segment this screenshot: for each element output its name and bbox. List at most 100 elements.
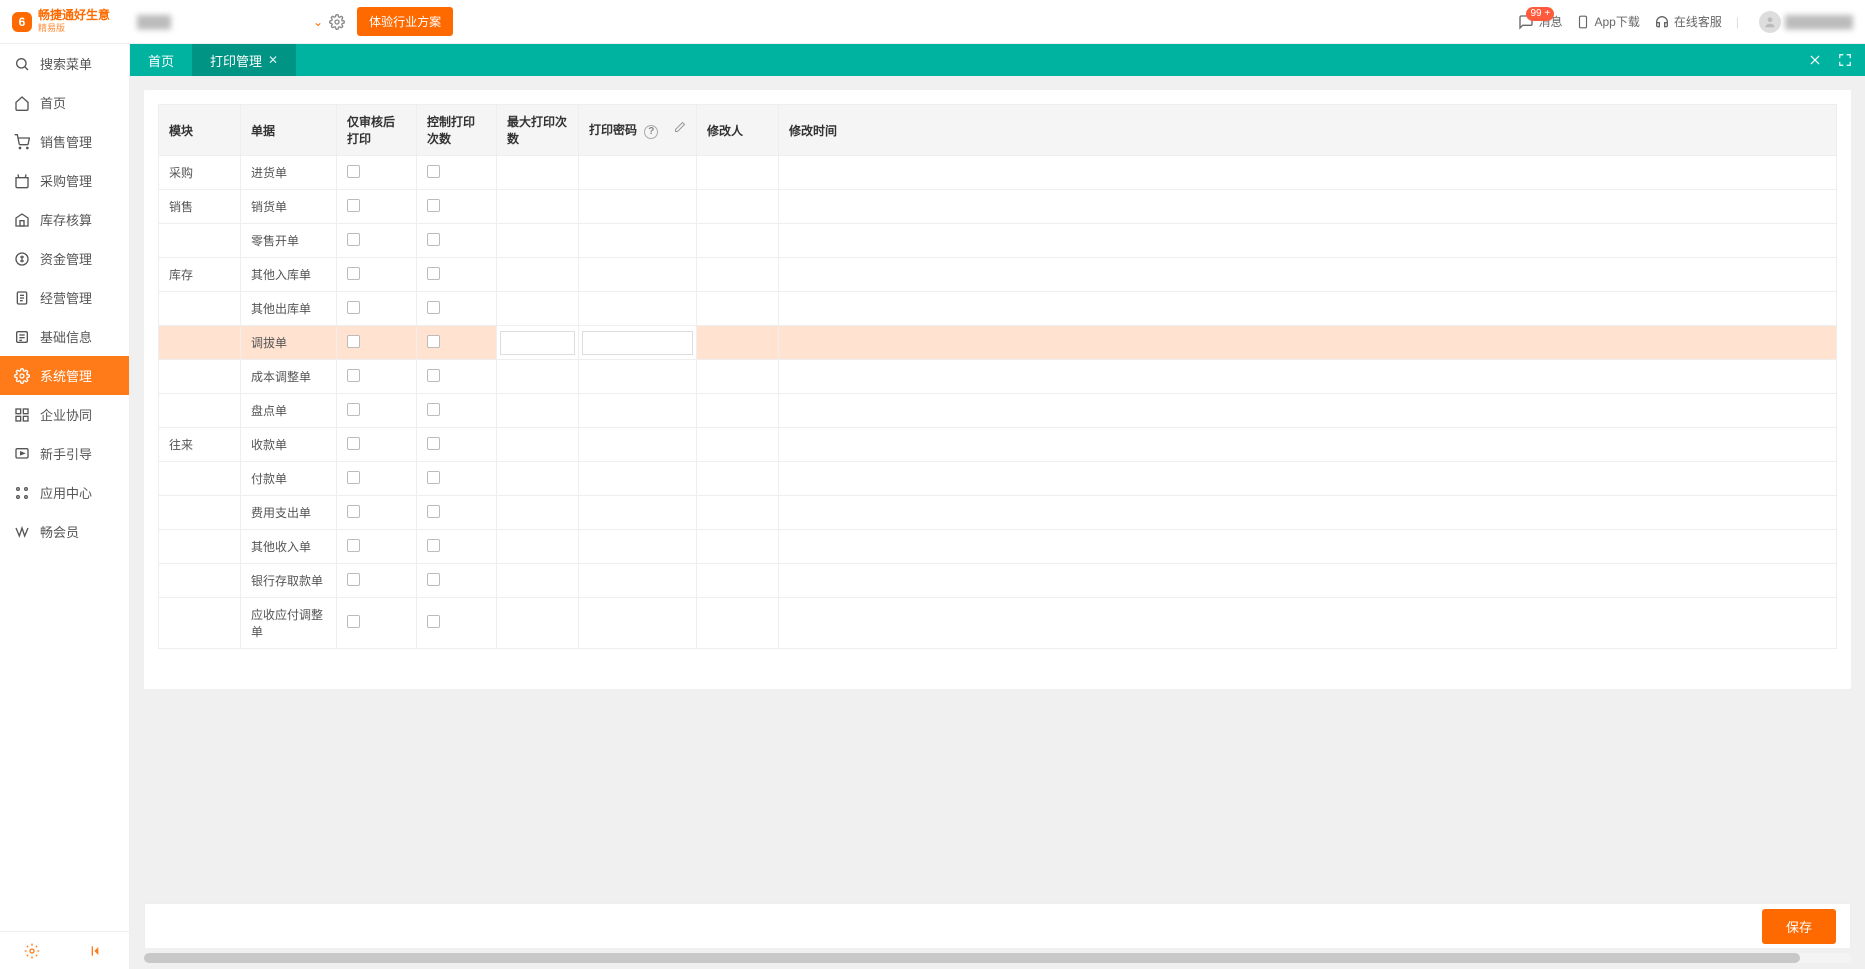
checkbox[interactable]: [347, 505, 360, 518]
table-row[interactable]: 零售开单: [159, 224, 1837, 258]
checkbox[interactable]: [427, 573, 440, 586]
checkbox[interactable]: [347, 301, 360, 314]
max-count-cell: [497, 564, 579, 598]
topbar-right: 99 + 消息 App下载 在线客服 | ████████: [1518, 11, 1853, 33]
table-row[interactable]: 往来收款单: [159, 428, 1837, 462]
sidebar-item-label: 搜索菜单: [40, 54, 92, 73]
checkbox[interactable]: [427, 165, 440, 178]
checkbox[interactable]: [427, 615, 440, 628]
table-row[interactable]: 库存其他入库单: [159, 258, 1837, 292]
checkbox[interactable]: [427, 505, 440, 518]
table-row[interactable]: 费用支出单: [159, 496, 1837, 530]
checkbox[interactable]: [347, 369, 360, 382]
experience-button[interactable]: 体验行业方案: [357, 7, 453, 36]
modifier-cell: [697, 326, 779, 360]
scrollbar-thumb[interactable]: [144, 953, 1800, 963]
max-count-input[interactable]: [500, 331, 575, 355]
settings-icon[interactable]: [24, 943, 40, 959]
table-row[interactable]: 采购进货单: [159, 156, 1837, 190]
chevron-down-icon[interactable]: ⌄: [313, 15, 323, 29]
checkbox[interactable]: [347, 539, 360, 552]
sidebar-item-label: 销售管理: [40, 132, 92, 151]
max-count-cell: [497, 462, 579, 496]
org-selector[interactable]: ████: [137, 15, 307, 29]
max-count-cell: [497, 190, 579, 224]
horizontal-scrollbar[interactable]: [144, 953, 1851, 963]
info-icon: [14, 329, 30, 345]
close-icon[interactable]: ✕: [268, 53, 278, 67]
control-cell: [417, 496, 497, 530]
checkbox[interactable]: [427, 471, 440, 484]
table-row[interactable]: 盘点单: [159, 394, 1837, 428]
password-cell: [579, 326, 697, 360]
online-service-link[interactable]: 在线客服: [1654, 13, 1722, 30]
doc-cell: 其他出库单: [241, 292, 337, 326]
phone-icon: [1576, 14, 1590, 30]
help-icon[interactable]: ?: [644, 125, 658, 139]
sidebar-item-11[interactable]: 应用中心: [0, 473, 129, 512]
sidebar-item-5[interactable]: 资金管理: [0, 239, 129, 278]
user-menu[interactable]: ████████: [1753, 11, 1853, 33]
checkbox[interactable]: [427, 199, 440, 212]
sidebar-item-7[interactable]: 基础信息: [0, 317, 129, 356]
checkbox[interactable]: [427, 301, 440, 314]
sidebar-item-12[interactable]: 畅会员: [0, 512, 129, 551]
checkbox[interactable]: [427, 403, 440, 416]
control-cell: [417, 564, 497, 598]
sidebar-item-9[interactable]: 企业协同: [0, 395, 129, 434]
sidebar-item-10[interactable]: 新手引导: [0, 434, 129, 473]
table-row[interactable]: 调拔单: [159, 326, 1837, 360]
tab-print-management[interactable]: 打印管理 ✕: [192, 44, 296, 76]
modify-time-cell: [779, 598, 1837, 649]
fullscreen-icon[interactable]: [1835, 50, 1855, 70]
max-count-cell: [497, 156, 579, 190]
gear-icon[interactable]: [327, 12, 347, 32]
checkbox[interactable]: [347, 615, 360, 628]
checkbox[interactable]: [427, 369, 440, 382]
collapse-icon[interactable]: [89, 943, 105, 959]
sidebar-item-1[interactable]: 首页: [0, 83, 129, 122]
save-button[interactable]: 保存: [1762, 909, 1836, 944]
checkbox[interactable]: [427, 335, 440, 348]
sidebar-item-3[interactable]: 采购管理: [0, 161, 129, 200]
checkbox[interactable]: [427, 233, 440, 246]
checkbox[interactable]: [347, 403, 360, 416]
table-row[interactable]: 其他出库单: [159, 292, 1837, 326]
edit-icon[interactable]: [674, 121, 686, 133]
table-row[interactable]: 银行存取款单: [159, 564, 1837, 598]
sidebar-item-4[interactable]: 库存核算: [0, 200, 129, 239]
checkbox[interactable]: [347, 267, 360, 280]
sidebar-item-2[interactable]: 销售管理: [0, 122, 129, 161]
table-row[interactable]: 销售销货单: [159, 190, 1837, 224]
app-download-link[interactable]: App下载: [1576, 13, 1639, 30]
close-all-icon[interactable]: [1805, 50, 1825, 70]
avatar-icon: [1759, 11, 1781, 33]
tab-home[interactable]: 首页: [130, 44, 192, 76]
checkbox[interactable]: [347, 437, 360, 450]
checkbox[interactable]: [427, 437, 440, 450]
checkbox[interactable]: [427, 267, 440, 280]
password-cell: [579, 156, 697, 190]
checkbox[interactable]: [347, 471, 360, 484]
checkbox[interactable]: [347, 165, 360, 178]
checkbox[interactable]: [347, 335, 360, 348]
sidebar-item-6[interactable]: 经营管理: [0, 278, 129, 317]
sidebar-item-8[interactable]: 系统管理: [0, 356, 129, 395]
checkbox[interactable]: [347, 233, 360, 246]
max-count-cell: [497, 598, 579, 649]
max-count-cell: [497, 394, 579, 428]
messages-link[interactable]: 99 + 消息: [1518, 13, 1562, 30]
checkbox[interactable]: [427, 539, 440, 552]
table-row[interactable]: 其他收入单: [159, 530, 1837, 564]
checkbox[interactable]: [347, 199, 360, 212]
sidebar-item-0[interactable]: 搜索菜单: [0, 44, 129, 83]
logo-edition: 精易版: [38, 21, 110, 34]
password-input[interactable]: [582, 331, 693, 355]
checkbox[interactable]: [347, 573, 360, 586]
table-row[interactable]: 应收应付调整单: [159, 598, 1837, 649]
table-row[interactable]: 成本调整单: [159, 360, 1837, 394]
table-row[interactable]: 付款单: [159, 462, 1837, 496]
th-modifier: 修改人: [697, 105, 779, 156]
audit-cell: [337, 258, 417, 292]
modifier-cell: [697, 360, 779, 394]
